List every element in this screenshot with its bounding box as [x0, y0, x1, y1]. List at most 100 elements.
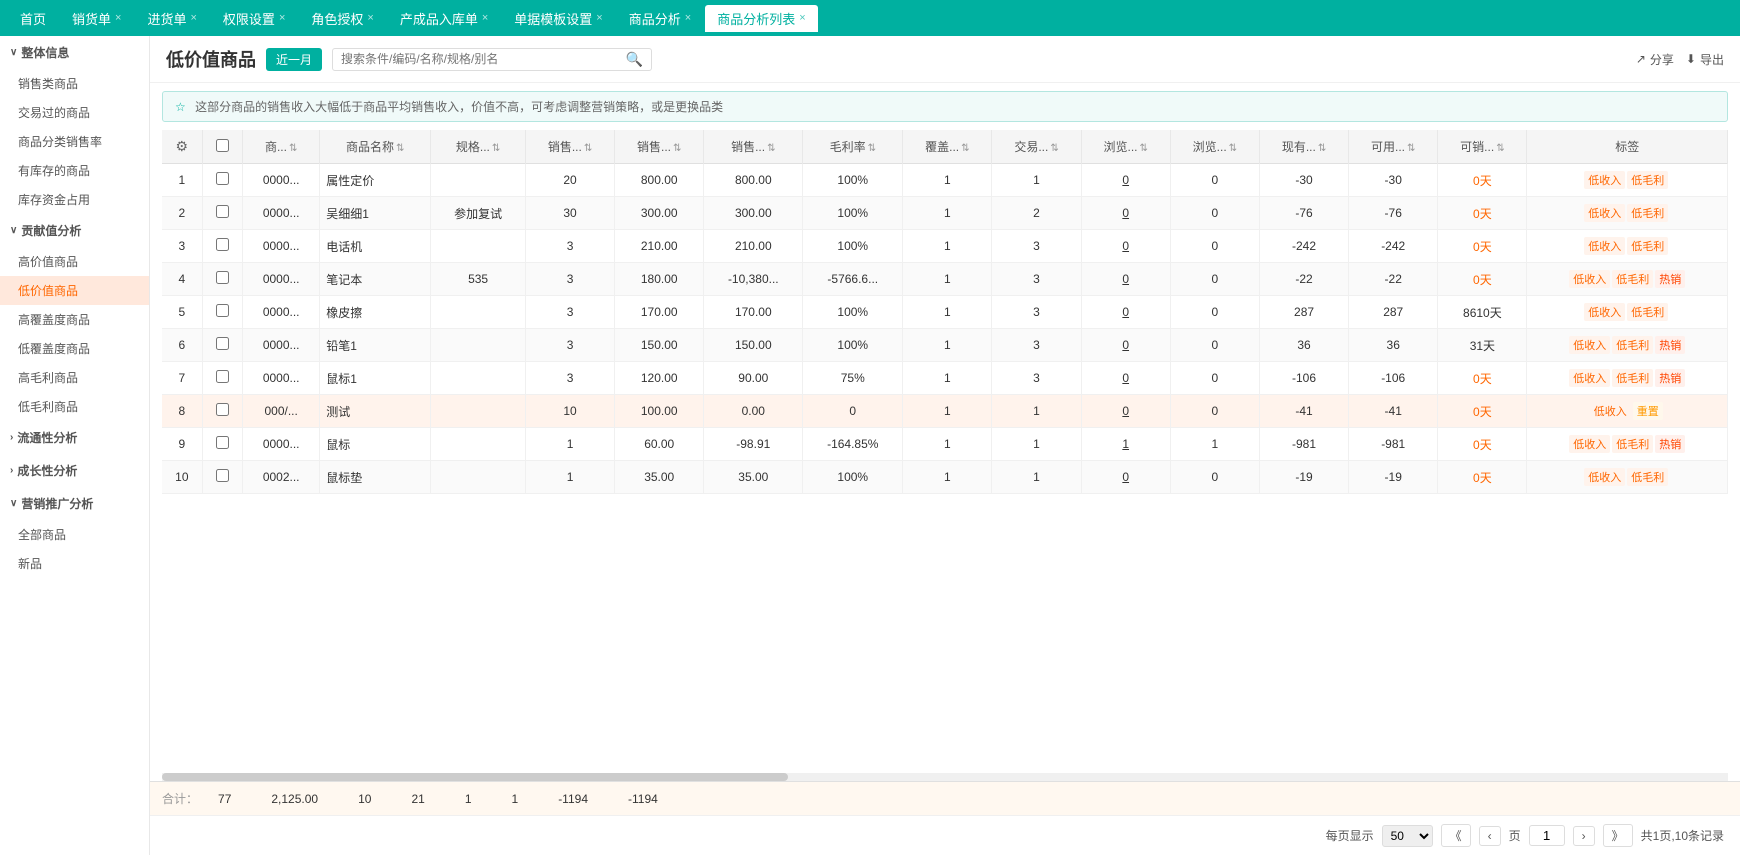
row-name[interactable]: 铅笔1: [320, 329, 431, 362]
col-sales1[interactable]: 销售...⇅: [525, 130, 614, 164]
page-number-input[interactable]: [1529, 825, 1565, 846]
sidebar-group-marketing[interactable]: ∨ 营销推广分析: [0, 487, 149, 520]
row-name[interactable]: 吴细细1: [320, 197, 431, 230]
close-icon[interactable]: ×: [482, 12, 488, 24]
col-code[interactable]: 商...⇅: [243, 130, 320, 164]
row-view1[interactable]: 0: [1081, 395, 1170, 428]
view-count-link[interactable]: 0: [1122, 305, 1129, 319]
col-settings[interactable]: ⚙: [162, 130, 202, 164]
view-count-link[interactable]: 1: [1122, 437, 1129, 451]
col-sales3[interactable]: 销售...⇅: [704, 130, 803, 164]
sidebar-item-inventory-capital[interactable]: 库存资金占用: [0, 185, 149, 214]
sidebar-group-contribution[interactable]: ∨ 贡献值分析: [0, 214, 149, 247]
view-count-link[interactable]: 0: [1122, 272, 1129, 286]
row-view1[interactable]: 0: [1081, 329, 1170, 362]
col-days[interactable]: 可销...⇅: [1438, 130, 1527, 164]
view-count-link[interactable]: 0: [1122, 404, 1129, 418]
row-name[interactable]: 鼠标: [320, 428, 431, 461]
sidebar-item-category-sales[interactable]: 商品分类销售率: [0, 127, 149, 156]
first-page-button[interactable]: 《: [1441, 824, 1471, 847]
row-view1[interactable]: 1: [1081, 428, 1170, 461]
share-button[interactable]: ↗ 分享: [1636, 51, 1674, 68]
row-select-checkbox[interactable]: [216, 436, 229, 449]
nav-product-analysis-list[interactable]: 商品分析列表 ×: [705, 5, 817, 32]
col-stock[interactable]: 现有...⇅: [1259, 130, 1348, 164]
sidebar-item-inventory-products[interactable]: 有库存的商品: [0, 156, 149, 185]
nav-purchase[interactable]: 进货单 ×: [135, 5, 208, 32]
sidebar-item-all-products[interactable]: 全部商品: [0, 520, 149, 549]
col-avail[interactable]: 可用...⇅: [1349, 130, 1438, 164]
nav-product-analysis[interactable]: 商品分析 ×: [617, 5, 703, 32]
row-view1[interactable]: 0: [1081, 362, 1170, 395]
row-select-checkbox[interactable]: [216, 469, 229, 482]
sidebar-item-high-value[interactable]: 高价值商品: [0, 247, 149, 276]
select-all-checkbox[interactable]: [216, 139, 229, 152]
nav-salesorder[interactable]: 销货单 ×: [60, 5, 133, 32]
row-view1[interactable]: 0: [1081, 197, 1170, 230]
nav-warehouse[interactable]: 产成品入库单 ×: [388, 5, 500, 32]
sidebar-group-circulation[interactable]: › 流通性分析: [0, 421, 149, 454]
close-icon[interactable]: ×: [115, 12, 121, 24]
col-trade[interactable]: 交易...⇅: [992, 130, 1081, 164]
nav-roles[interactable]: 角色授权 ×: [299, 5, 385, 32]
row-name[interactable]: 橡皮擦: [320, 296, 431, 329]
sidebar-item-sales-products[interactable]: 销售类商品: [0, 69, 149, 98]
filter-period-button[interactable]: 近一月: [266, 48, 322, 71]
row-select-checkbox[interactable]: [216, 238, 229, 251]
search-input[interactable]: [341, 52, 626, 66]
sidebar-item-high-margin[interactable]: 高毛利商品: [0, 363, 149, 392]
sidebar-item-new-products[interactable]: 新品: [0, 549, 149, 578]
view-count-link[interactable]: 0: [1122, 239, 1129, 253]
view-count-link[interactable]: 0: [1122, 371, 1129, 385]
close-icon[interactable]: ×: [279, 12, 285, 24]
sidebar-group-overall[interactable]: ∨ 整体信息: [0, 36, 149, 69]
export-button[interactable]: ⬇ 导出: [1686, 51, 1724, 68]
row-view1[interactable]: 0: [1081, 296, 1170, 329]
row-select-checkbox[interactable]: [216, 304, 229, 317]
row-name[interactable]: 测试: [320, 395, 431, 428]
col-margin[interactable]: 毛利率⇅: [803, 130, 903, 164]
nav-permissions[interactable]: 权限设置 ×: [211, 5, 297, 32]
close-icon[interactable]: ×: [190, 12, 196, 24]
sidebar-item-low-margin[interactable]: 低毛利商品: [0, 392, 149, 421]
close-icon[interactable]: ×: [367, 12, 373, 24]
sidebar-item-low-coverage[interactable]: 低覆盖度商品: [0, 334, 149, 363]
close-icon[interactable]: ×: [799, 12, 805, 24]
row-select-checkbox[interactable]: [216, 403, 229, 416]
prev-page-button[interactable]: ‹: [1479, 826, 1501, 846]
row-name[interactable]: 属性定价: [320, 164, 431, 197]
page-size-select[interactable]: 50 100 200: [1382, 825, 1433, 847]
row-view1[interactable]: 0: [1081, 230, 1170, 263]
gear-icon[interactable]: ⚙: [176, 138, 189, 154]
row-select-checkbox[interactable]: [216, 370, 229, 383]
nav-home[interactable]: 首页: [8, 5, 58, 32]
col-sales2[interactable]: 销售...⇅: [615, 130, 704, 164]
scrollbar-thumb[interactable]: [162, 773, 788, 781]
view-count-link[interactable]: 0: [1122, 173, 1129, 187]
col-spec[interactable]: 规格...⇅: [431, 130, 526, 164]
row-view1[interactable]: 0: [1081, 461, 1170, 494]
row-name[interactable]: 笔记本: [320, 263, 431, 296]
row-view1[interactable]: 0: [1081, 263, 1170, 296]
view-count-link[interactable]: 0: [1122, 338, 1129, 352]
view-count-link[interactable]: 0: [1122, 206, 1129, 220]
row-name[interactable]: 鼠标垫: [320, 461, 431, 494]
row-select-checkbox[interactable]: [216, 271, 229, 284]
horizontal-scrollbar[interactable]: [162, 773, 1728, 781]
sidebar-item-traded-products[interactable]: 交易过的商品: [0, 98, 149, 127]
last-page-button[interactable]: 》: [1603, 824, 1633, 847]
sidebar-item-low-value[interactable]: 低价值商品: [0, 276, 149, 305]
row-select-checkbox[interactable]: [216, 172, 229, 185]
row-select-checkbox[interactable]: [216, 205, 229, 218]
col-name[interactable]: 商品名称⇅: [320, 130, 431, 164]
row-name[interactable]: 电话机: [320, 230, 431, 263]
close-icon[interactable]: ×: [596, 12, 602, 24]
sidebar-item-high-coverage[interactable]: 高覆盖度商品: [0, 305, 149, 334]
sidebar-group-growth[interactable]: › 成长性分析: [0, 454, 149, 487]
close-icon[interactable]: ×: [685, 12, 691, 24]
row-name[interactable]: 鼠标1: [320, 362, 431, 395]
row-select-checkbox[interactable]: [216, 337, 229, 350]
nav-template[interactable]: 单据模板设置 ×: [502, 5, 614, 32]
col-view1[interactable]: 浏览...⇅: [1081, 130, 1170, 164]
row-view1[interactable]: 0: [1081, 164, 1170, 197]
